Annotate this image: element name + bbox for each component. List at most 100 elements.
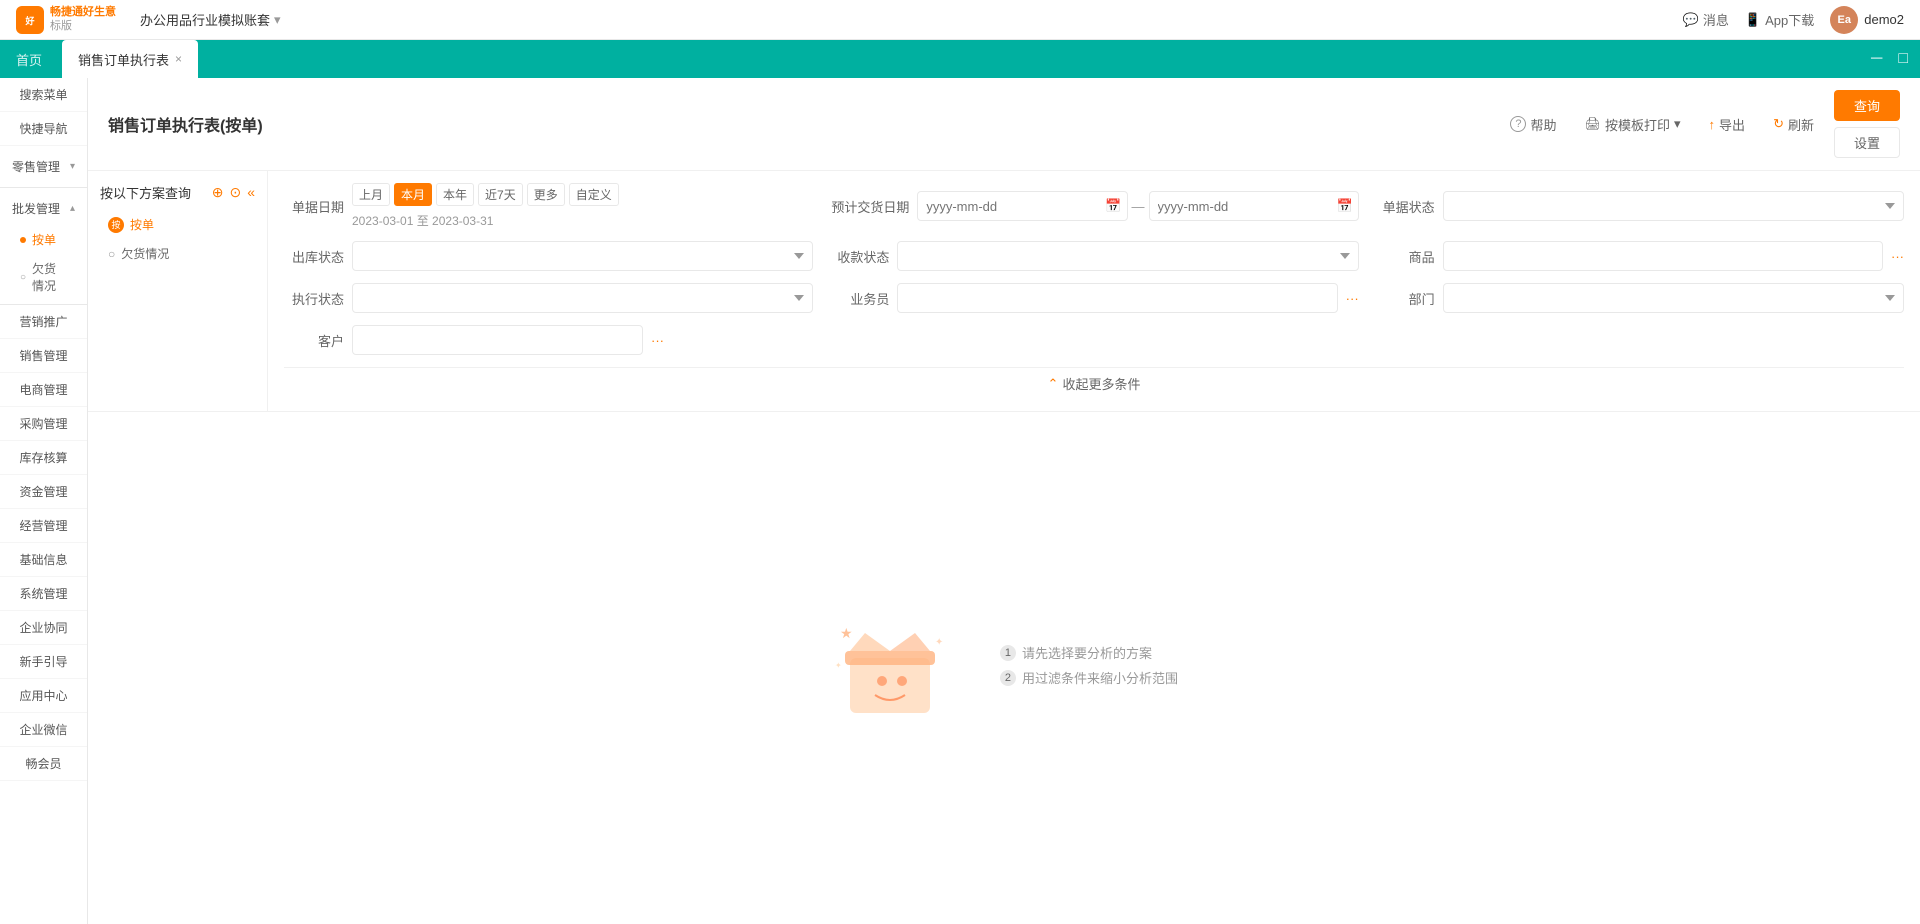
app-download-icon: 📱 (1745, 12, 1761, 28)
delivery-date-range: 📅 — 📅 (917, 191, 1358, 221)
sidebar-item-operations[interactable]: 经营管理 (0, 509, 87, 543)
user-name: demo2 (1864, 12, 1904, 27)
add-scheme-icon[interactable]: ⊕ (212, 184, 224, 201)
sidebar-item-basic-info[interactable]: 基础信息 (0, 543, 87, 577)
user-area[interactable]: Ea demo2 (1830, 6, 1904, 34)
scheme-item-order[interactable]: 按 按单 (100, 210, 255, 239)
customer-label: 客户 (284, 331, 344, 350)
sidebar-item-sales[interactable]: 销售管理 (0, 339, 87, 373)
print-button[interactable]: 🖨 按模板打印 ▾ (1576, 111, 1688, 138)
page-title: 销售订单执行表(按单) (108, 112, 263, 136)
quick-date-buttons: 上月 本月 本年 近7天 更多 自定义 (352, 183, 813, 206)
date-btn-7days[interactable]: 近7天 (478, 183, 523, 206)
salesperson-input[interactable] (897, 283, 1337, 313)
breadcrumb-text: 办公用品行业模拟账套 (140, 10, 270, 29)
filter-field-customer: 客户 ··· (284, 325, 664, 355)
date-btn-current-month[interactable]: 本月 (394, 183, 432, 206)
sidebar-item-marketing[interactable]: 营销推广 (0, 305, 87, 339)
delivery-date-end-input[interactable] (1149, 191, 1359, 221)
date-label: 单据日期 (284, 197, 344, 216)
top-header: 好 畅捷通好生意 标版 办公用品行业模拟账套 ▾ 💬 消息 📱 App下载 Ea… (0, 0, 1920, 40)
date-btn-more[interactable]: 更多 (527, 183, 565, 206)
empty-state: ★ ✦ ✦ 1 请先选择要分析的方案 (88, 412, 1920, 924)
tab-active[interactable]: 销售订单执行表 × (62, 40, 198, 78)
doc-status-select[interactable] (1443, 191, 1904, 221)
department-select[interactable] (1443, 283, 1904, 313)
print-label: 按模板打印 (1605, 115, 1670, 134)
tab-home[interactable]: 首页 (0, 40, 58, 78)
date-btn-custom[interactable]: 自定义 (569, 183, 619, 206)
calendar-start-icon[interactable]: 📅 (1105, 198, 1121, 214)
empty-state-tips: 1 请先选择要分析的方案 2 用过滤条件来缩小分析范围 (1000, 643, 1178, 693)
sidebar-item-wechat[interactable]: 企业微信 (0, 713, 87, 747)
empty-tip-1: 1 请先选择要分析的方案 (1000, 643, 1178, 662)
sidebar-item-inventory[interactable]: 库存核算 (0, 441, 87, 475)
product-more-icon[interactable]: ··· (1891, 249, 1904, 264)
scheme-item-shortage-label: 欠货情况 (121, 245, 169, 262)
product-input[interactable] (1443, 241, 1883, 271)
sidebar-item-finance[interactable]: 资金管理 (0, 475, 87, 509)
print-dropdown-icon[interactable]: ▾ (1674, 116, 1681, 132)
salesperson-more-icon[interactable]: ··· (1346, 291, 1359, 306)
sidebar-item-enterprise[interactable]: 企业协同 (0, 611, 87, 645)
sidebar-quick-nav[interactable]: 快捷导航 (0, 112, 87, 146)
help-button[interactable]: ? 帮助 (1502, 111, 1564, 138)
sidebar-item-system[interactable]: 系统管理 (0, 577, 87, 611)
sidebar-item-retail[interactable]: 零售管理 ▾ (0, 150, 87, 183)
sidebar-sub-item-shortage[interactable]: ○ 欠货情况 (0, 254, 87, 300)
print-icon: 🖨 (1584, 116, 1601, 132)
app-download-action[interactable]: 📱 App下载 (1745, 10, 1814, 29)
customer-more-icon[interactable]: ··· (651, 333, 664, 348)
filter-fields-panel: 单据日期 上月 本月 本年 近7天 更多 自定义 20 (268, 171, 1920, 411)
settings-button[interactable]: 设置 (1834, 127, 1900, 158)
help-icon: ? (1510, 116, 1526, 132)
page-header: 销售订单执行表(按单) ? 帮助 🖨 按模板打印 ▾ ↑ 导出 (88, 78, 1920, 171)
collapse-scheme-icon[interactable]: « (247, 184, 255, 201)
customer-input[interactable] (352, 325, 643, 355)
tab-active-label: 销售订单执行表 (78, 50, 169, 69)
filter-field-date: 单据日期 上月 本月 本年 近7天 更多 自定义 20 (284, 183, 813, 229)
calendar-end-icon[interactable]: 📅 (1336, 198, 1352, 214)
sidebar-item-app-center[interactable]: 应用中心 (0, 679, 87, 713)
payment-status-label: 收款状态 (829, 247, 889, 266)
main-layout: 搜索菜单 快捷导航 零售管理 ▾ 批发管理 ▴ 按单 ○ 欠货情况 (0, 78, 1920, 924)
sidebar-item-wholesale[interactable]: 批发管理 ▴ (0, 192, 87, 225)
scheme-item-label: 按单 (130, 216, 154, 233)
sidebar-item-beginner[interactable]: 新手引导 (0, 645, 87, 679)
payment-status-select[interactable] (897, 241, 1358, 271)
scheme-item-shortage[interactable]: ○ 欠货情况 (100, 239, 255, 268)
tab-maximize-btn[interactable]: □ (1894, 46, 1912, 72)
date-range-hint: 2023-03-01 至 2023-03-31 (352, 212, 813, 229)
sidebar-section-retail: 零售管理 ▾ (0, 146, 87, 188)
logo-text: 畅捷通好生意 标版 (50, 6, 116, 32)
logo-icon: 好 (16, 6, 44, 34)
settings-scheme-icon[interactable]: ⊙ (229, 184, 241, 201)
breadcrumb: 办公用品行业模拟账套 ▾ (140, 10, 281, 29)
filter-field-warehouse-status: 出库状态 (284, 241, 813, 271)
content-area: 销售订单执行表(按单) ? 帮助 🖨 按模板打印 ▾ ↑ 导出 (88, 78, 1920, 924)
filter-panel-actions: ⊕ ⊙ « (212, 184, 255, 201)
date-btn-current-year[interactable]: 本年 (436, 183, 474, 206)
refresh-label: 刷新 (1788, 115, 1814, 134)
tip-1-number: 1 (1000, 645, 1016, 661)
export-button[interactable]: ↑ 导出 (1701, 111, 1754, 138)
filter-scheme-label: 按以下方案查询 (100, 183, 191, 202)
sidebar-item-ecommerce[interactable]: 电商管理 (0, 373, 87, 407)
tab-close-icon[interactable]: × (175, 52, 182, 66)
sidebar-item-member[interactable]: 畅会员 (0, 747, 87, 781)
date-btn-last-month[interactable]: 上月 (352, 183, 390, 206)
sidebar-item-purchase[interactable]: 采购管理 (0, 407, 87, 441)
sidebar-sub-item-order[interactable]: 按单 (0, 225, 87, 254)
expected-date-label: 预计交货日期 (829, 197, 909, 216)
collapse-bar[interactable]: ⌃ 收起更多条件 (284, 367, 1904, 399)
message-icon: 💬 (1683, 12, 1699, 28)
breadcrumb-dropdown-icon[interactable]: ▾ (274, 12, 281, 28)
delivery-date-start-input[interactable] (917, 191, 1127, 221)
message-action[interactable]: 💬 消息 (1683, 10, 1729, 29)
tab-minimize-btn[interactable]: ─ (1867, 46, 1886, 72)
sidebar-search[interactable]: 搜索菜单 (0, 78, 87, 112)
execution-status-select[interactable] (352, 283, 813, 313)
query-button[interactable]: 查询 (1834, 90, 1900, 121)
warehouse-status-select[interactable] (352, 241, 813, 271)
refresh-button[interactable]: ↻ 刷新 (1765, 111, 1822, 138)
